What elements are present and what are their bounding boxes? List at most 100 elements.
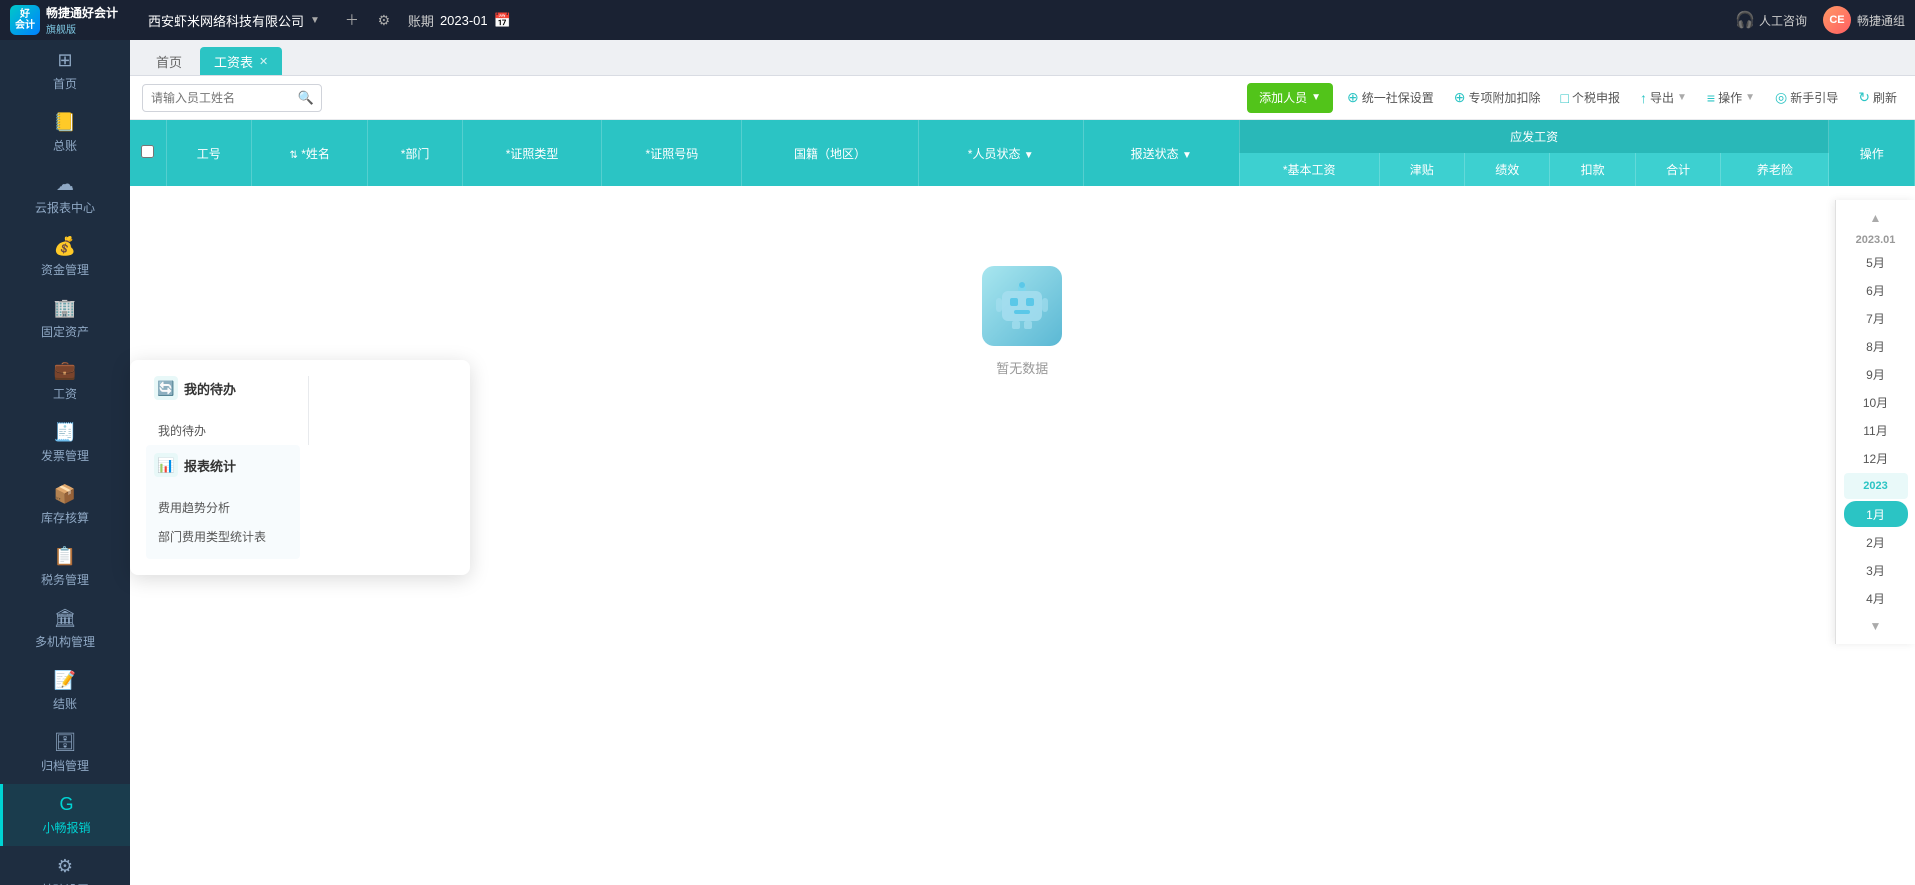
cal-month-4[interactable]: 4月 bbox=[1844, 585, 1908, 611]
sidebar-item-multi-org[interactable]: 🏛 多机构管理 bbox=[0, 598, 130, 660]
cal-month-10[interactable]: 10月 bbox=[1844, 389, 1908, 415]
xiaochang-icon: G bbox=[59, 794, 73, 815]
th-status: *人员状态 ▼ bbox=[918, 120, 1083, 186]
company-name: 西安虾米网络科技有限公司 bbox=[148, 11, 304, 30]
sidebar-item-ledger[interactable]: 📒 总账 bbox=[0, 102, 130, 164]
report-icon: 📊 bbox=[154, 453, 178, 477]
top-bar-right: 🎧 人工咨询 CE 畅捷通组 bbox=[1735, 6, 1905, 34]
social-security-label: 统一社保设置 bbox=[1362, 89, 1434, 106]
cal-month-8[interactable]: 8月 bbox=[1844, 333, 1908, 359]
th-name: ⇅ *姓名 bbox=[251, 120, 368, 186]
operations-btn[interactable]: ≡ 操作 ▼ bbox=[1701, 85, 1761, 110]
special-deduction-icon: ⊕ bbox=[1454, 89, 1466, 106]
cal-month-12[interactable]: 12月 bbox=[1844, 445, 1908, 471]
sidebar-label-multi-org: 多机构管理 bbox=[35, 633, 95, 650]
export-btn[interactable]: ↑ 导出 ▼ bbox=[1634, 85, 1693, 110]
sidebar-label-tax: 税务管理 bbox=[41, 571, 89, 588]
add-person-button[interactable]: 添加人员 ▼ bbox=[1247, 83, 1333, 113]
th-should-pay: 应发工资 bbox=[1239, 120, 1829, 153]
special-deduction-btn[interactable]: ⊕ 专项附加扣除 bbox=[1448, 85, 1547, 110]
sidebar-item-invoice[interactable]: 🧾 发票管理 bbox=[0, 412, 130, 474]
add-icon[interactable]: ＋ bbox=[338, 6, 366, 34]
cloud-icon: ☁ bbox=[56, 174, 74, 195]
cal-month-9[interactable]: 9月 bbox=[1844, 361, 1908, 387]
sidebar-item-archive[interactable]: 🗄 归档管理 bbox=[0, 722, 130, 784]
filter-icon[interactable]: ▼ bbox=[1024, 150, 1034, 161]
logo-area: 好会计 畅捷通好会计 旗舰版 bbox=[10, 4, 140, 36]
cal-month-3[interactable]: 3月 bbox=[1844, 557, 1908, 583]
operations-label: 操作 bbox=[1718, 89, 1742, 106]
calendar-panel: ▲ 2023.01 5月 6月 7月 8月 9月 10月 11月 12月 202… bbox=[1835, 200, 1915, 644]
report-filter-icon[interactable]: ▼ bbox=[1182, 150, 1192, 161]
sidebar: ⊞ 首页 📒 总账 ☁ 云报表中心 💰 资金管理 🏢 固定资产 💼 工资 🧾 发… bbox=[0, 40, 130, 885]
popup-item-dept-cost[interactable]: 部门费用类型统计表 bbox=[154, 522, 292, 551]
operations-icon: ≡ bbox=[1707, 90, 1715, 106]
select-all-checkbox[interactable] bbox=[141, 145, 154, 158]
sidebar-item-payroll[interactable]: 💼 工资 bbox=[0, 350, 130, 412]
settings-icon[interactable]: ⚙ bbox=[370, 6, 398, 34]
avatar: CE bbox=[1823, 6, 1851, 34]
th-ops: 操作 bbox=[1829, 120, 1915, 186]
cal-month-2[interactable]: 2月 bbox=[1844, 529, 1908, 555]
guide-btn[interactable]: ◎ 新手引导 bbox=[1769, 85, 1844, 110]
cal-month-1[interactable]: 1月 bbox=[1844, 501, 1908, 527]
th-country: 国籍（地区） bbox=[742, 120, 919, 186]
fund-icon: 💰 bbox=[54, 236, 76, 257]
period-label: 账期 bbox=[408, 11, 434, 30]
th-performance: 绩效 bbox=[1465, 153, 1550, 186]
sidebar-label-invoice: 发票管理 bbox=[41, 447, 89, 464]
tab-home[interactable]: 首页 bbox=[142, 47, 196, 75]
sidebar-item-settlement[interactable]: 📝 结账 bbox=[0, 660, 130, 722]
sidebar-label-inventory: 库存核算 bbox=[41, 509, 89, 526]
popup-section-right: 📊 报表统计 费用趋势分析 部门费用类型统计表 bbox=[146, 445, 300, 559]
refresh-btn[interactable]: ↻ 刷新 bbox=[1852, 85, 1903, 110]
sidebar-label-basic-settings: 基础设置 bbox=[41, 881, 89, 885]
cal-month-6[interactable]: 6月 bbox=[1844, 277, 1908, 303]
cal-month-11[interactable]: 11月 bbox=[1844, 417, 1908, 443]
tab-bar: 首页 工资表 ✕ bbox=[130, 40, 1915, 76]
sidebar-label-home: 首页 bbox=[53, 75, 77, 92]
support-button[interactable]: 🎧 人工咨询 bbox=[1735, 10, 1807, 30]
add-person-chevron-icon: ▼ bbox=[1311, 92, 1321, 103]
calendar-down-btn[interactable]: ▼ bbox=[1864, 614, 1888, 638]
tab-close-icon[interactable]: ✕ bbox=[259, 55, 268, 68]
sidebar-item-cloud-report[interactable]: ☁ 云报表中心 bbox=[0, 164, 130, 226]
logo-icon: 好会计 bbox=[10, 5, 40, 35]
th-checkbox bbox=[130, 120, 166, 186]
guide-label: 新手引导 bbox=[1790, 89, 1838, 106]
sidebar-item-inventory[interactable]: 📦 库存核算 bbox=[0, 474, 130, 536]
popup-item-cost-trend[interactable]: 费用趋势分析 bbox=[154, 493, 292, 522]
tab-payroll[interactable]: 工资表 ✕ bbox=[200, 47, 282, 75]
calendar-icon[interactable]: 📅 bbox=[494, 12, 511, 29]
period-area: 账期 2023-01 📅 bbox=[408, 11, 511, 30]
th-subsidy: 津贴 bbox=[1379, 153, 1464, 186]
social-security-btn[interactable]: ⊕ 统一社保设置 bbox=[1341, 85, 1440, 110]
sidebar-item-home[interactable]: ⊞ 首页 bbox=[0, 40, 130, 102]
headset-icon: 🎧 bbox=[1735, 10, 1755, 30]
sidebar-label-archive: 归档管理 bbox=[41, 757, 89, 774]
th-empno: 工号 bbox=[166, 120, 251, 186]
tax-icon: 📋 bbox=[54, 546, 76, 567]
search-input[interactable] bbox=[142, 84, 322, 112]
tax-declaration-label: 个税申报 bbox=[1572, 89, 1620, 106]
settlement-icon: 📝 bbox=[54, 670, 76, 691]
cal-month-7[interactable]: 7月 bbox=[1844, 305, 1908, 331]
chevron-down-icon: ▼ bbox=[310, 15, 320, 26]
sidebar-item-tax[interactable]: 📋 税务管理 bbox=[0, 536, 130, 598]
calendar-up-btn[interactable]: ▲ bbox=[1864, 206, 1888, 230]
sidebar-item-fund[interactable]: 💰 资金管理 bbox=[0, 226, 130, 288]
cal-month-5[interactable]: 5月 bbox=[1844, 249, 1908, 275]
tab-payroll-label: 工资表 bbox=[214, 52, 253, 71]
sidebar-item-xiaochang[interactable]: G 小畅报销 bbox=[0, 784, 130, 846]
sidebar-item-basic-settings[interactable]: ⚙ 基础设置 bbox=[0, 846, 130, 885]
popup-item-pending[interactable]: 我的待办 bbox=[154, 416, 292, 445]
sidebar-item-fixed-assets[interactable]: 🏢 固定资产 bbox=[0, 288, 130, 350]
popup-left-header: 🔄 我的待办 bbox=[154, 376, 292, 406]
logo-text: 畅捷通好会计 旗舰版 bbox=[46, 4, 118, 36]
popup-section-left: 🔄 我的待办 我的待办 bbox=[146, 376, 300, 445]
popup-left-title: 我的待办 bbox=[184, 379, 236, 398]
tax-declaration-btn[interactable]: □ 个税申报 bbox=[1555, 85, 1626, 110]
ledger-icon: 📒 bbox=[54, 112, 76, 133]
user-area[interactable]: CE 畅捷通组 bbox=[1823, 6, 1905, 34]
company-selector[interactable]: 西安虾米网络科技有限公司 ▼ bbox=[140, 7, 328, 34]
